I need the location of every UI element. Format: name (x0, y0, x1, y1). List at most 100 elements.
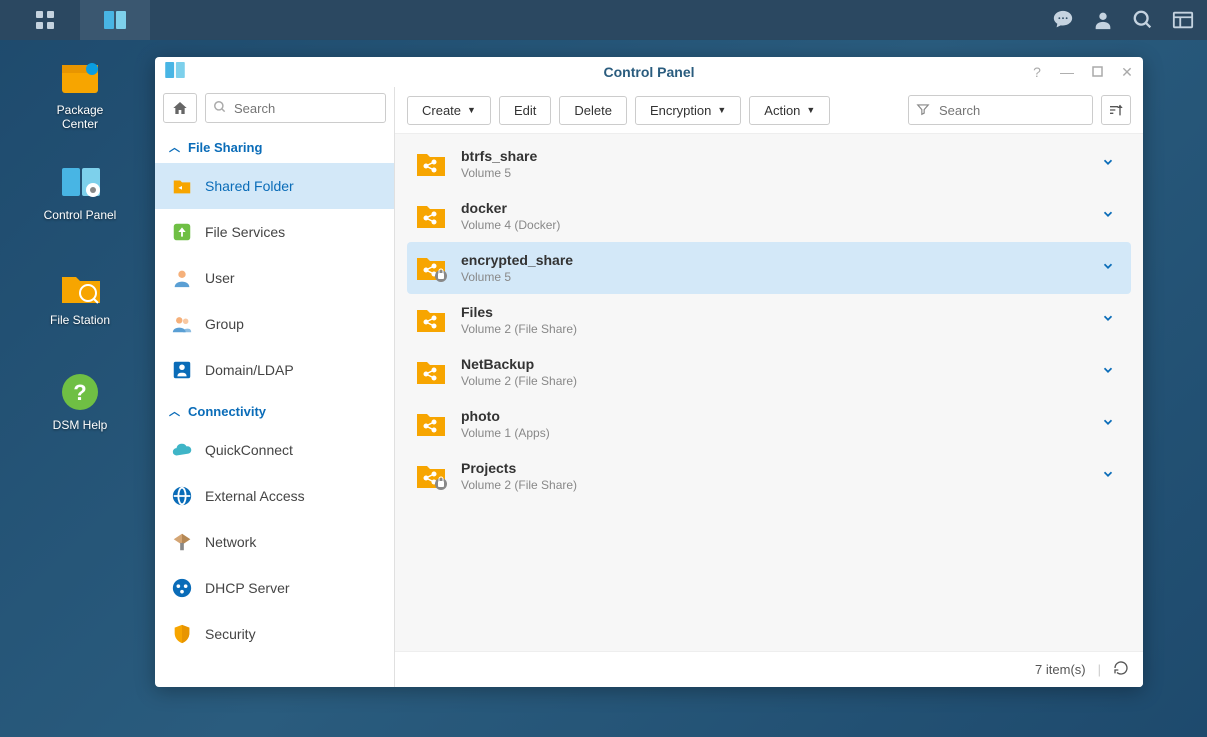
expand-button[interactable] (1093, 363, 1123, 382)
shared-folder-icon (415, 306, 447, 334)
folder-location: Volume 5 (461, 166, 1079, 180)
section-header-file-sharing[interactable]: ︿File Sharing (155, 129, 394, 163)
nav-item-group[interactable]: Group (155, 301, 394, 347)
section-title: Connectivity (188, 404, 266, 419)
shared-folder-icon (415, 358, 447, 386)
expand-button[interactable] (1093, 467, 1123, 486)
shared-folder-icon (415, 410, 447, 438)
status-bar: 7 item(s) | (395, 651, 1143, 687)
desktop-icon-control[interactable]: Control Panel (40, 160, 120, 222)
nav-item-quickconnect[interactable]: QuickConnect (155, 427, 394, 473)
create-button[interactable]: Create▼ (407, 96, 491, 125)
search-icon[interactable] (1129, 6, 1157, 34)
user-icon[interactable] (1089, 6, 1117, 34)
filter-icon (916, 102, 930, 121)
sidebar-search-input[interactable] (205, 93, 386, 123)
folder-name: Files (461, 304, 1079, 320)
window-app-icon (165, 62, 185, 82)
expand-button[interactable] (1093, 155, 1123, 174)
nav-item-external-access[interactable]: External Access (155, 473, 394, 519)
desktop-icon-label: PackageCenter (40, 103, 120, 131)
nav-item-label: Domain/LDAP (205, 362, 294, 378)
expand-button[interactable] (1093, 311, 1123, 330)
folder-row[interactable]: dockerVolume 4 (Docker) (407, 190, 1131, 242)
expand-button[interactable] (1093, 207, 1123, 226)
section-header-connectivity[interactable]: ︿Connectivity (155, 393, 394, 427)
encryption-button[interactable]: Encryption▼ (635, 96, 741, 125)
nav-item-network[interactable]: Network (155, 519, 394, 565)
nav-item-file-services[interactable]: File Services (155, 209, 394, 255)
taskbar-left (10, 0, 150, 40)
action-button[interactable]: Action▼ (749, 96, 830, 125)
taskbar (0, 0, 1207, 40)
folder-row[interactable]: ProjectsVolume 2 (File Share) (407, 450, 1131, 502)
help-button[interactable]: ? (1029, 64, 1045, 81)
folder-row[interactable]: photoVolume 1 (Apps) (407, 398, 1131, 450)
folder-location: Volume 2 (File Share) (461, 374, 1079, 388)
refresh-button[interactable] (1113, 660, 1129, 679)
nav-item-label: DHCP Server (205, 580, 290, 596)
desktop-icon-file[interactable]: File Station (40, 265, 120, 327)
caret-down-icon: ▼ (467, 105, 476, 115)
edit-button[interactable]: Edit (499, 96, 551, 125)
chevron-down-icon (1101, 155, 1115, 169)
folder-location: Volume 2 (File Share) (461, 322, 1079, 336)
apps-grid-icon (36, 11, 54, 29)
taskbar-right (1049, 6, 1197, 34)
nav-item-user[interactable]: User (155, 255, 394, 301)
nav-item-label: Group (205, 316, 244, 332)
desktop-icon-package[interactable]: PackageCenter (40, 55, 120, 131)
folder-name: photo (461, 408, 1079, 424)
package-icon (58, 55, 102, 99)
nav-item-dhcp-server[interactable]: DHCP Server (155, 565, 394, 611)
delete-button[interactable]: Delete (559, 96, 627, 125)
home-button[interactable] (163, 93, 197, 123)
globe-icon (171, 485, 193, 507)
chevron-up-icon: ︿ (169, 139, 180, 155)
toolbar-search-input[interactable] (908, 95, 1093, 125)
control-panel-icon (104, 11, 126, 29)
nav-item-label: Network (205, 534, 256, 550)
chevron-down-icon (1101, 415, 1115, 429)
taskbar-control-panel[interactable] (80, 0, 150, 40)
main-panel: Create▼ Edit Delete Encryption▼ Action▼ … (395, 87, 1143, 687)
minimize-button[interactable]: — (1059, 64, 1075, 81)
folder-row[interactable]: NetBackupVolume 2 (File Share) (407, 346, 1131, 398)
expand-button[interactable] (1093, 415, 1123, 434)
close-button[interactable]: ✕ (1119, 64, 1135, 81)
nav-item-shared-folder[interactable]: Shared Folder (155, 163, 394, 209)
nav-item-security[interactable]: Security (155, 611, 394, 657)
refresh-icon (1113, 660, 1129, 676)
domain-icon (171, 359, 193, 381)
desktop-icon-help[interactable]: ?DSM Help (40, 370, 120, 432)
expand-button[interactable] (1093, 259, 1123, 278)
shared-folder-icon (415, 150, 447, 178)
toolbar: Create▼ Edit Delete Encryption▼ Action▼ (395, 87, 1143, 134)
folder-name: Projects (461, 460, 1079, 476)
maximize-button[interactable] (1089, 64, 1105, 81)
sort-icon (1108, 102, 1124, 118)
nav-item-label: QuickConnect (205, 442, 293, 458)
folder-row[interactable]: encrypted_shareVolume 5 (407, 242, 1131, 294)
dhcp-icon (171, 577, 193, 599)
window-titlebar[interactable]: Control Panel ? — ✕ (155, 57, 1143, 87)
sort-button[interactable] (1101, 95, 1131, 125)
widgets-icon[interactable] (1169, 6, 1197, 34)
file-service-icon (171, 221, 193, 243)
home-icon (172, 100, 188, 116)
help-icon: ? (58, 370, 102, 414)
control-panel-window: Control Panel ? — ✕ ︿File SharingShared … (155, 57, 1143, 687)
folder-row[interactable]: Files Volume 2 (File Share) (407, 294, 1131, 346)
shared-folder-list: btrfs_shareVolume 5dockerVolume 4 (Docke… (395, 134, 1143, 651)
cloud-icon (171, 439, 193, 461)
toolbar-search (908, 95, 1093, 125)
search-icon (213, 100, 227, 119)
chevron-down-icon (1101, 207, 1115, 221)
caret-down-icon: ▼ (806, 105, 815, 115)
folder-row[interactable]: btrfs_shareVolume 5 (407, 138, 1131, 190)
taskbar-apps-button[interactable] (10, 0, 80, 40)
desktop-icon-label: File Station (40, 313, 120, 327)
chat-icon[interactable] (1049, 6, 1077, 34)
group-icon (171, 313, 193, 335)
nav-item-domain-ldap[interactable]: Domain/LDAP (155, 347, 394, 393)
